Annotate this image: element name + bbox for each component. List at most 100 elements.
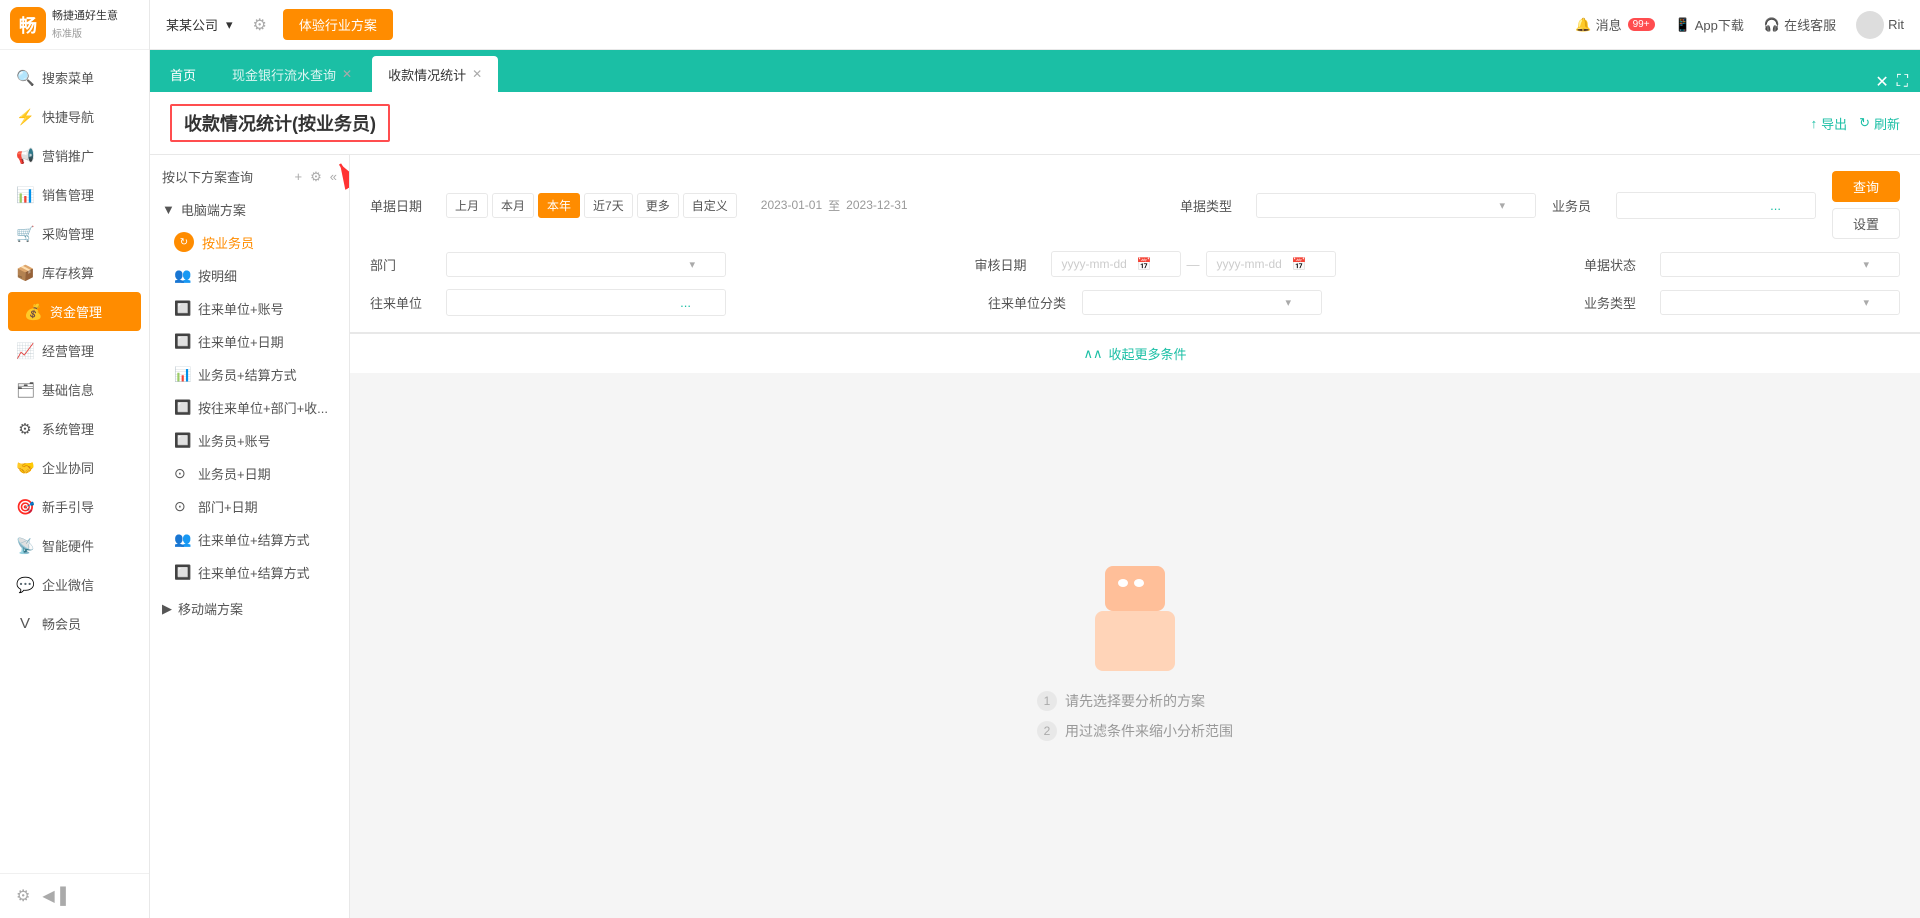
scheme-item-detail[interactable]: 👥 按明细 xyxy=(150,259,349,292)
guide-icon: 🎯 xyxy=(16,498,34,516)
sidebar-settings-icon[interactable]: ⚙ xyxy=(16,886,30,906)
dropdown-icon[interactable]: ▾ xyxy=(226,17,233,33)
collapse-button[interactable]: ∧∧ 收起更多条件 xyxy=(350,333,1920,373)
filter-row-1: 单据日期 上月 本月 本年 近7天 更多 自定义 2023-01-01 至 xyxy=(370,171,1900,239)
date-btn-this-year[interactable]: 本年 xyxy=(538,193,580,218)
sidebar-item-marketing[interactable]: 📢 营销推广 xyxy=(0,136,149,175)
scheme-item-salesperson-account[interactable]: 🔲 业务员+账号 xyxy=(150,424,349,457)
robot-eye-left xyxy=(1118,579,1128,587)
scheme-item-salesperson[interactable]: ↻ 按业务员 xyxy=(150,225,349,259)
sidebar-item-sales[interactable]: 📊 销售管理 xyxy=(0,175,149,214)
desktop-scheme-section: ▼ 电脑端方案 ↻ 按业务员 👥 按明细 🔲 往来单位+账号 xyxy=(150,194,349,589)
sidebar-item-basic[interactable]: 🗂 基础信息 xyxy=(0,370,149,409)
app-download-item[interactable]: 📱 App下载 xyxy=(1675,15,1744,34)
date-btn-more[interactable]: 更多 xyxy=(637,193,679,218)
date-btn-custom[interactable]: 自定义 xyxy=(683,193,737,218)
export-button[interactable]: ↑ 导出 xyxy=(1811,114,1848,133)
body-layout: 按以下方案查询 + ⚙ « xyxy=(150,155,1920,918)
setup-button[interactable]: 设置 xyxy=(1832,208,1900,239)
review-date-end[interactable]: yyyy-mm-dd 📅 xyxy=(1206,251,1336,277)
sidebar-item-finance[interactable]: 💰 资金管理 xyxy=(8,292,141,331)
notification-badge: 99+ xyxy=(1628,18,1655,31)
data-area: 1 请先选择要分析的方案 2 用过滤条件来缩小分析范围 xyxy=(350,373,1920,918)
salesperson-more-btn[interactable]: ... xyxy=(1770,198,1781,213)
tab-bank-close[interactable]: ✕ xyxy=(342,67,352,81)
biz-type-select[interactable]: ▾ xyxy=(1660,290,1900,315)
add-scheme-button[interactable]: + xyxy=(295,169,303,185)
scheme-item-salesperson-date[interactable]: ⊙ 业务员+日期 xyxy=(150,457,349,490)
panel-header-text: 按以下方案查询 xyxy=(162,167,253,186)
right-panel: 单据日期 上月 本月 本年 近7天 更多 自定义 2023-01-01 至 xyxy=(350,155,1920,918)
doc-status-chevron: ▾ xyxy=(1863,258,1869,271)
scheme-item-partner-settlement2[interactable]: 🔲 往来单位+结算方式 xyxy=(150,556,349,589)
sidebar-item-system[interactable]: ⚙ 系统管理 xyxy=(0,409,149,448)
salesperson-account-icon: 🔲 xyxy=(174,432,190,449)
sidebar-item-quicknav[interactable]: ⚡ 快捷导航 xyxy=(0,97,149,136)
date-buttons: 上月 本月 本年 近7天 更多 自定义 xyxy=(446,193,737,218)
scheme-item-partner-settlement1[interactable]: 👥 往来单位+结算方式 xyxy=(150,523,349,556)
tab-collection[interactable]: 收款情况统计 ✕ xyxy=(372,56,498,92)
trial-button[interactable]: 体验行业方案 xyxy=(283,9,393,40)
user-avatar xyxy=(1856,11,1884,39)
sidebar-item-operation[interactable]: 📈 经营管理 xyxy=(0,331,149,370)
mobile-section-title[interactable]: ▶ 移动端方案 xyxy=(150,593,349,624)
doc-type-select[interactable]: ▾ xyxy=(1256,193,1536,218)
sidebar-item-guide[interactable]: 🎯 新手引导 xyxy=(0,487,149,526)
sidebar-collapse-icon[interactable]: ◀▐ xyxy=(42,886,66,906)
partner-category-select[interactable]: ▾ xyxy=(1082,290,1322,315)
calendar-start-icon: 📅 xyxy=(1137,257,1152,271)
sales-icon: 📊 xyxy=(16,186,34,204)
left-panel: 按以下方案查询 + ⚙ « xyxy=(150,155,350,918)
scheme-item-partner-dept[interactable]: 🔲 按往来单位+部门+收... xyxy=(150,391,349,424)
sidebar-item-inventory[interactable]: 📦 库存核算 xyxy=(0,253,149,292)
notification-item[interactable]: 🔔 消息 99+ xyxy=(1575,15,1654,34)
vip-icon: V xyxy=(16,615,34,632)
tab-close-all-button[interactable]: ✕ xyxy=(1875,72,1888,92)
scheme-item-salesperson-settlement[interactable]: 📊 业务员+结算方式 xyxy=(150,358,349,391)
online-service-item[interactable]: 🎧 在线客服 xyxy=(1764,15,1836,34)
partner-label: 往来单位 xyxy=(370,293,430,312)
tab-expand-button[interactable]: ⛶ xyxy=(1897,73,1908,91)
panel-collapse-button[interactable]: « xyxy=(330,169,337,185)
tab-bank[interactable]: 现金银行流水查询 ✕ xyxy=(216,56,368,92)
dept-select[interactable]: ▾ xyxy=(446,252,726,277)
date-btn-7days[interactable]: 近7天 xyxy=(584,193,633,218)
scheme-item-dept-date[interactable]: ⊙ 部门+日期 xyxy=(150,490,349,523)
tab-home[interactable]: 首页 xyxy=(154,56,212,92)
partner-category-chevron: ▾ xyxy=(1285,296,1291,309)
partner-select[interactable]: ... xyxy=(446,289,726,316)
refresh-button[interactable]: ↻ 刷新 xyxy=(1859,114,1900,133)
query-button[interactable]: 查询 xyxy=(1832,171,1900,202)
scheme-item-partner-account[interactable]: 🔲 往来单位+账号 xyxy=(150,292,349,325)
topbar-gear-icon[interactable]: ⚙ xyxy=(253,15,267,35)
topbar: 某某公司 ▾ ⚙ 体验行业方案 🔔 消息 99+ 📱 App下载 🎧 在线客服 … xyxy=(150,0,1920,50)
tab-collection-label: 收款情况统计 xyxy=(388,65,466,84)
salesperson-label: 业务员 xyxy=(1552,196,1600,215)
date-btn-this-month[interactable]: 本月 xyxy=(492,193,534,218)
scheme-item-partner-date[interactable]: 🔲 往来单位+日期 xyxy=(150,325,349,358)
sidebar-item-vip[interactable]: V 畅会员 xyxy=(0,604,149,643)
date-btn-last-month[interactable]: 上月 xyxy=(446,193,488,218)
sidebar-item-hardware[interactable]: 📡 智能硬件 xyxy=(0,526,149,565)
sidebar-item-enterprise[interactable]: 🤝 企业协同 xyxy=(0,448,149,487)
desktop-section-title[interactable]: ▼ 电脑端方案 xyxy=(150,194,349,225)
doc-status-select[interactable]: ▾ xyxy=(1660,252,1900,277)
tab-collection-close[interactable]: ✕ xyxy=(472,67,482,81)
filter-row-3: 往来单位 ... 往来单位分类 ▾ 业务类型 xyxy=(370,289,1900,316)
tip-1: 1 请先选择要分析的方案 xyxy=(1037,691,1233,711)
user-item[interactable]: Rit xyxy=(1856,11,1904,39)
tabbar: 首页 现金银行流水查询 ✕ 收款情况统计 ✕ ✕ ⛶ xyxy=(150,50,1920,92)
partner-account-icon: 🔲 xyxy=(174,300,190,317)
tab-bank-label: 现金银行流水查询 xyxy=(232,65,336,84)
scheme-settings-button[interactable]: ⚙ xyxy=(310,169,322,185)
partner-more-btn[interactable]: ... xyxy=(680,295,691,310)
sidebar-item-wechat[interactable]: 💬 企业微信 xyxy=(0,565,149,604)
system-icon: ⚙ xyxy=(16,420,34,438)
page-title: 收款情况统计(按业务员) xyxy=(170,104,390,142)
review-date-start[interactable]: yyyy-mm-dd 📅 xyxy=(1051,251,1181,277)
sidebar-item-purchase[interactable]: 🛒 采购管理 xyxy=(0,214,149,253)
salesperson-select[interactable]: ... xyxy=(1616,192,1816,219)
mobile-section-label: 移动端方案 xyxy=(178,599,243,618)
sidebar-item-search[interactable]: 🔍 搜索菜单 xyxy=(0,58,149,97)
filter-actions: 查询 设置 xyxy=(1832,171,1900,239)
